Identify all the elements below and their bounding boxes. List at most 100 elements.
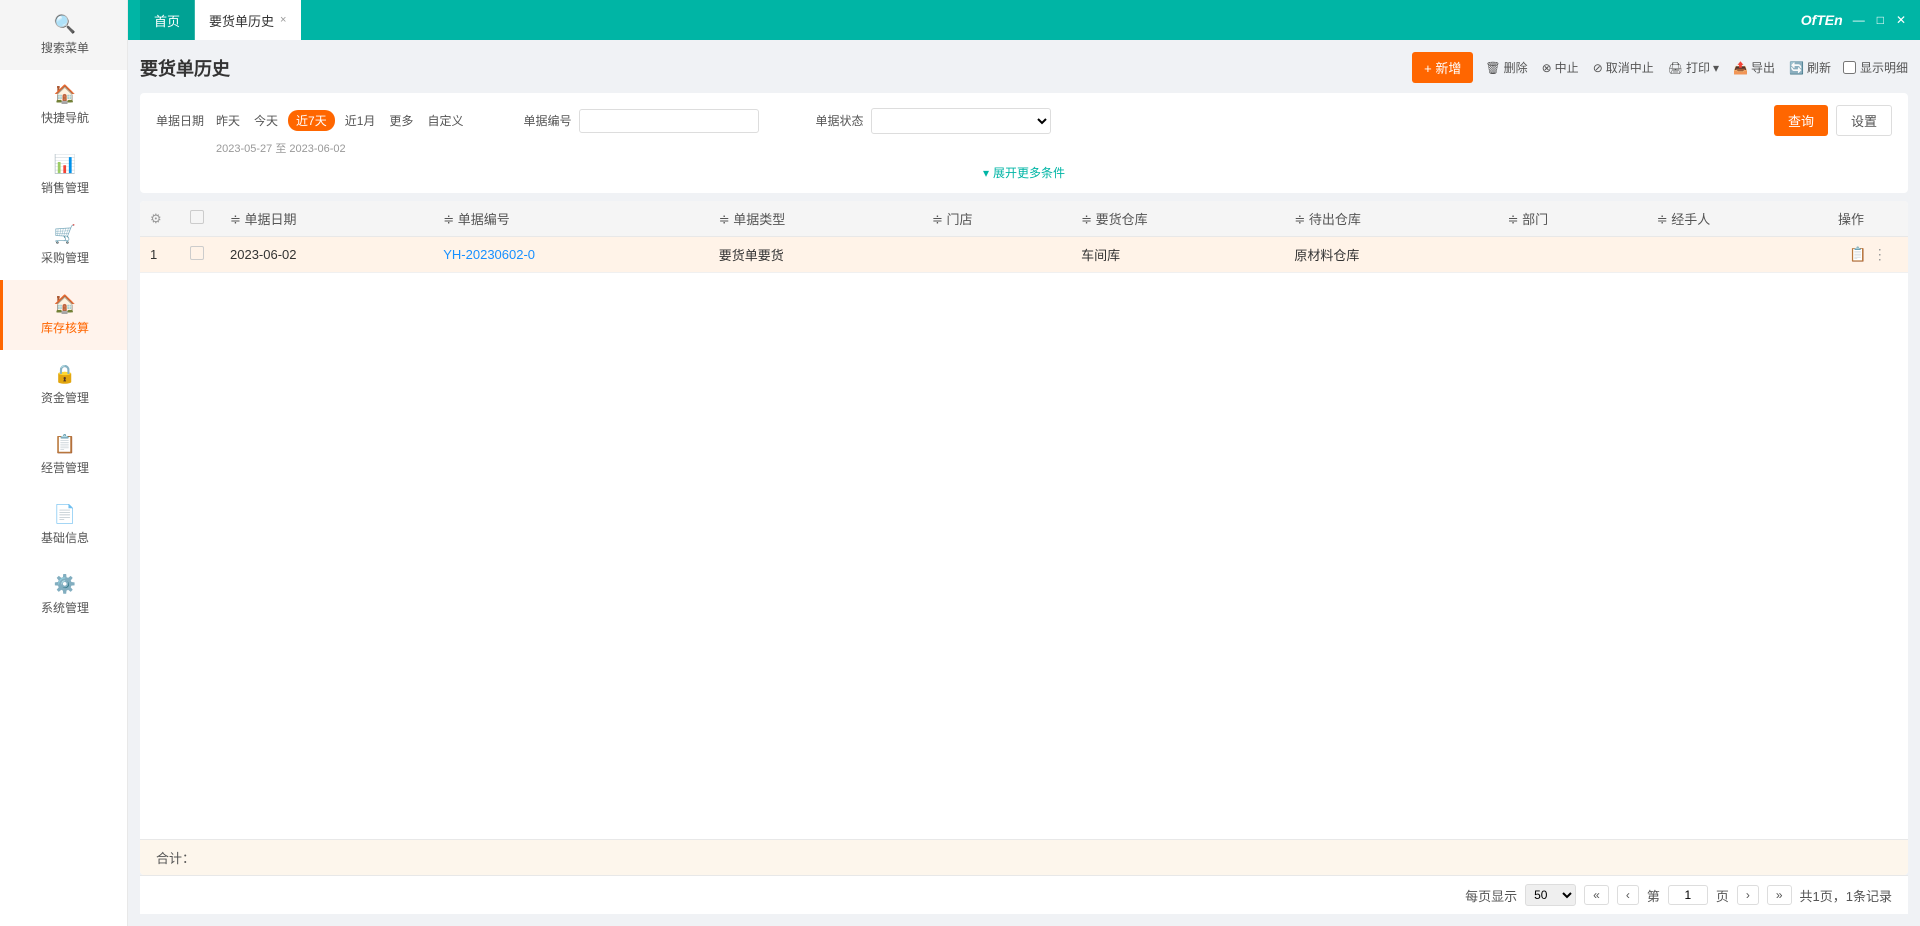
- shortcut-today[interactable]: 今天: [250, 110, 282, 131]
- inventory-icon: 🏠: [54, 294, 76, 315]
- shortcut-custom[interactable]: 自定义: [423, 110, 467, 131]
- print-button[interactable]: 🖨 打印 ▾: [1666, 55, 1721, 80]
- window-close-button[interactable]: ✕: [1894, 9, 1908, 31]
- sidebar-item-label: 经营管理: [41, 459, 89, 476]
- page-size-label: 每页显示: [1465, 886, 1517, 905]
- col-handler[interactable]: ≑ 经手人: [1647, 201, 1828, 237]
- window-minimize-button[interactable]: —: [1851, 9, 1867, 31]
- shortcut-more[interactable]: 更多: [385, 110, 417, 131]
- quick-nav-icon: 🏠: [54, 84, 76, 105]
- sidebar-item-label: 基础信息: [41, 529, 89, 546]
- sidebar-item-label: 库存核算: [41, 319, 89, 336]
- expand-icon: ▾: [983, 166, 989, 180]
- row-date: 2023-06-02: [220, 237, 433, 273]
- ops-icon: 📋: [54, 434, 76, 455]
- sidebar-item-label: 资金管理: [41, 389, 89, 406]
- new-button[interactable]: + 新增: [1412, 52, 1473, 83]
- table-wrapper: ⚙ ≑ 单据日期 ≑ 单据编号 ≑ 单据类型: [140, 201, 1908, 875]
- shortcut-1month[interactable]: 近1月: [341, 110, 380, 131]
- cancel-stop-button[interactable]: ⊘ 取消中止: [1591, 55, 1656, 80]
- table-header: ⚙ ≑ 单据日期 ≑ 单据编号 ≑ 单据类型: [140, 201, 1908, 237]
- col-date[interactable]: ≑ 单据日期: [220, 201, 433, 237]
- row-view-icon[interactable]: 📋: [1849, 246, 1866, 263]
- col-store-label: ≑ 门店: [932, 212, 973, 227]
- filter-actions: 查询 设置: [1774, 105, 1892, 136]
- row-index: 1: [140, 237, 180, 273]
- col-dept-label: ≑ 部门: [1508, 212, 1549, 227]
- expand-more-btn[interactable]: ▾ 展开更多条件: [156, 164, 1892, 181]
- sidebar-item-inventory[interactable]: 🏠 库存核算: [0, 280, 127, 350]
- page-header: 要货单历史 + 新增 🗑 删除 ⊗ 中止 ⊘ 取消中止 🖨 打印: [140, 52, 1908, 83]
- sidebar-item-sys-mgmt[interactable]: ⚙️ 系统管理: [0, 560, 127, 630]
- export-icon: 📤: [1733, 61, 1748, 75]
- table-body: 1 2023-06-02 YH-20230602-0 要货单要货 车间库 原材料…: [140, 237, 1908, 273]
- sidebar-item-finance-mgmt[interactable]: 🔒 资金管理: [0, 350, 127, 420]
- sidebar-item-label: 系统管理: [41, 599, 89, 616]
- data-table: ⚙ ≑ 单据日期 ≑ 单据编号 ≑ 单据类型: [140, 201, 1908, 273]
- delete-button[interactable]: 🗑 删除: [1483, 55, 1529, 80]
- col-store[interactable]: ≑ 门店: [922, 201, 1071, 237]
- prev-page-button[interactable]: ‹: [1617, 885, 1639, 905]
- col-bill-type-label: ≑ 单据类型: [719, 212, 786, 227]
- cancel-stop-icon: ⊘: [1593, 61, 1603, 75]
- col-req-warehouse[interactable]: ≑ 要货仓库: [1071, 201, 1284, 237]
- sidebar-item-search-menu[interactable]: 🔍 搜索菜单: [0, 0, 127, 70]
- row-store: [922, 237, 1071, 273]
- total-info: 共1页，1条记录: [1800, 886, 1892, 905]
- col-pending-warehouse[interactable]: ≑ 待出仓库: [1284, 201, 1497, 237]
- page-title: 要货单历史: [140, 55, 230, 81]
- search-menu-icon: 🔍: [54, 14, 76, 35]
- bill-no-input[interactable]: [579, 109, 759, 133]
- sidebar-item-basic-info[interactable]: 📄 基础信息: [0, 490, 127, 560]
- first-page-button[interactable]: «: [1584, 885, 1609, 905]
- sidebar-item-quick-nav[interactable]: 🏠 快捷导航: [0, 70, 127, 140]
- status-filter-group: 单据状态: [815, 108, 1051, 134]
- shortcut-yesterday[interactable]: 昨天: [212, 110, 244, 131]
- sidebar-item-label: 销售管理: [41, 179, 89, 196]
- tab-home[interactable]: 首页: [140, 0, 195, 40]
- col-bill-type[interactable]: ≑ 单据类型: [709, 201, 922, 237]
- col-bill-no[interactable]: ≑ 单据编号: [433, 201, 709, 237]
- sys-icon: ⚙️: [54, 574, 76, 595]
- sidebar-item-label: 搜索菜单: [41, 39, 89, 56]
- sidebar-item-purchase-mgmt[interactable]: 🛒 采购管理: [0, 210, 127, 280]
- shortcut-7days[interactable]: 近7天: [288, 110, 335, 131]
- status-select[interactable]: [871, 108, 1051, 134]
- date-range-display: 2023-05-27 至 2023-06-02: [216, 140, 1892, 156]
- next-page-button[interactable]: ›: [1737, 885, 1759, 905]
- tab-requisition-label: 要货单历史: [209, 11, 274, 30]
- col-bill-no-label: ≑ 单据编号: [443, 212, 510, 227]
- page-input[interactable]: [1668, 885, 1708, 905]
- bill-no-label: 单据编号: [523, 112, 571, 129]
- last-page-button[interactable]: »: [1767, 885, 1792, 905]
- date-filter-group: 单据日期 昨天 今天 近7天 近1月 更多 自定义: [156, 110, 467, 131]
- tab-requisition-history[interactable]: 要货单历史 ×: [195, 0, 301, 40]
- refresh-button[interactable]: 🔄 刷新: [1787, 55, 1833, 80]
- filter-area: 单据日期 昨天 今天 近7天 近1月 更多 自定义 单据编号 单据状态: [140, 93, 1908, 193]
- table-settings-icon[interactable]: ⚙: [150, 211, 162, 226]
- window-maximize-button[interactable]: □: [1875, 9, 1886, 31]
- sidebar-item-ops-mgmt[interactable]: 📋 经营管理: [0, 420, 127, 490]
- show-detail-toggle[interactable]: 显示明细: [1843, 59, 1908, 76]
- col-dept[interactable]: ≑ 部门: [1498, 201, 1647, 237]
- export-button[interactable]: 📤 导出: [1731, 55, 1777, 80]
- row-checkbox[interactable]: [190, 246, 204, 260]
- print-dropdown-icon: ▾: [1713, 61, 1719, 75]
- query-button[interactable]: 查询: [1774, 105, 1828, 136]
- bill-no-filter-group: 单据编号: [523, 109, 759, 133]
- status-label: 单据状态: [815, 112, 863, 129]
- tab-close-icon[interactable]: ×: [280, 14, 286, 26]
- sidebar-item-sales-mgmt[interactable]: 📊 销售管理: [0, 140, 127, 210]
- tab-home-label: 首页: [154, 11, 180, 30]
- select-all-checkbox[interactable]: [190, 210, 204, 224]
- row-more-icon[interactable]: ⋮: [1873, 246, 1887, 263]
- date-shortcuts: 昨天 今天 近7天 近1月 更多 自定义: [212, 110, 467, 131]
- row-pending-warehouse: 原材料仓库: [1284, 237, 1497, 273]
- basic-info-icon: 📄: [54, 504, 76, 525]
- stop-button[interactable]: ⊗ 中止: [1540, 55, 1581, 80]
- bill-no-link[interactable]: YH-20230602-0: [443, 247, 535, 262]
- show-detail-checkbox[interactable]: [1843, 61, 1856, 74]
- page-size-select[interactable]: 50 10 20 100: [1525, 884, 1576, 906]
- topbar: 首页 要货单历史 × OfTEn — □ ✕: [128, 0, 1920, 40]
- settings-button[interactable]: 设置: [1836, 105, 1892, 136]
